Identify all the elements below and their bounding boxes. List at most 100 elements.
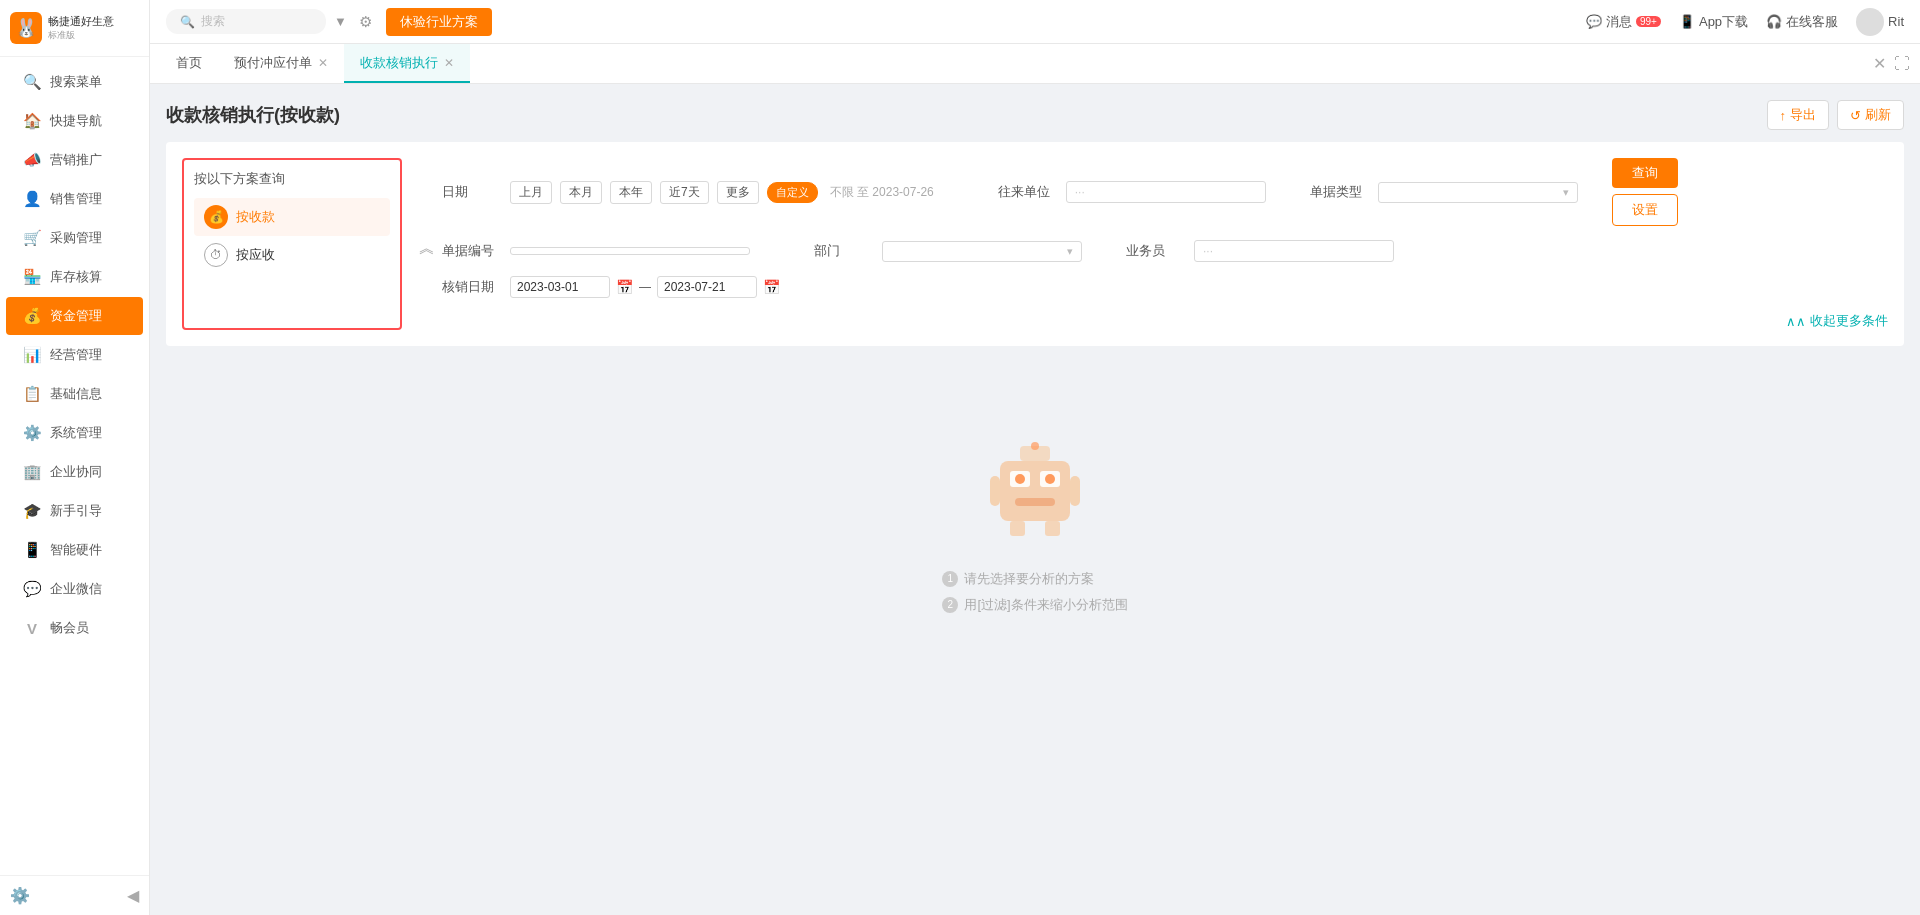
sidebar-label-search: 搜索菜单	[50, 73, 102, 91]
sidebar-item-enterprise[interactable]: 🏢 企业协同	[6, 453, 143, 491]
tab-receipt-close[interactable]: ✕	[444, 56, 454, 70]
sidebar-label-system: 系统管理	[50, 424, 102, 442]
home-icon: 🏠	[22, 112, 42, 130]
sidebar-item-inventory[interactable]: 🏪 库存核算	[6, 258, 143, 296]
sidebar-label-wechat: 企业微信	[50, 580, 102, 598]
search-placeholder: 搜索	[201, 13, 225, 30]
date-btn-this-year[interactable]: 本年	[610, 181, 652, 204]
empty-state: 1 请先选择要分析的方案 2 用[过滤]条件来缩小分析范围	[166, 346, 1904, 698]
date-btn-this-month[interactable]: 本月	[560, 181, 602, 204]
docno-input[interactable]	[510, 247, 750, 255]
query-button[interactable]: 查询	[1612, 158, 1678, 188]
tab-prepay-close[interactable]: ✕	[318, 56, 328, 70]
date-field: 日期 上月 本月 本年 近7天 更多 自定义 不限 至 2023-07-26	[442, 181, 934, 204]
online-service-label: 在线客服	[1786, 13, 1838, 31]
expand-icon[interactable]: ▼	[334, 14, 347, 29]
date-label: 日期	[442, 183, 502, 201]
collapse-sidebar-icon[interactable]: ◀	[127, 886, 139, 905]
industry-btn[interactable]: 休验行业方案	[386, 8, 492, 36]
tab-receipt[interactable]: 收款核销执行 ✕	[344, 44, 470, 83]
tab-close-icon[interactable]: ✕	[1873, 54, 1886, 73]
topbar-search[interactable]: 🔍 搜索	[166, 9, 326, 34]
gear-icon[interactable]: ⚙	[359, 13, 372, 31]
doctype-label: 单据类型	[1310, 183, 1370, 201]
calendar-start-icon[interactable]: 📅	[616, 279, 633, 295]
doctype-field: 单据类型 ▾	[1310, 182, 1578, 203]
tab-prepay[interactable]: 预付冲应付单 ✕	[218, 44, 344, 83]
party-input[interactable]: ···	[1066, 181, 1266, 203]
settings-button[interactable]: 设置	[1612, 194, 1678, 226]
filter-option-receivable[interactable]: ⏱ 按应收	[194, 236, 390, 274]
sidebar-label-sales: 销售管理	[50, 190, 102, 208]
tab-prepay-label: 预付冲应付单	[234, 54, 312, 72]
message-badge: 99+	[1636, 16, 1661, 27]
tab-bar: 首页 预付冲应付单 ✕ 收款核销执行 ✕ ✕ ⛶	[150, 44, 1920, 84]
page-actions: ↑ 导出 ↺ 刷新	[1767, 100, 1905, 130]
marketing-icon: 📣	[22, 151, 42, 169]
sidebar-label-quicknav: 快捷导航	[50, 112, 102, 130]
sidebar-item-sales[interactable]: 👤 销售管理	[6, 180, 143, 218]
sidebar-item-finance[interactable]: 💰 资金管理	[6, 297, 143, 335]
sidebar-item-system[interactable]: ⚙️ 系统管理	[6, 414, 143, 452]
message-icon: 💬	[1586, 14, 1602, 29]
hardware-icon: 📱	[22, 541, 42, 559]
sidebar-label-business: 经营管理	[50, 346, 102, 364]
sidebar-label-basic: 基础信息	[50, 385, 102, 403]
empty-tips: 1 请先选择要分析的方案 2 用[过滤]条件来缩小分析范围	[942, 566, 1127, 618]
online-service-item[interactable]: 🎧 在线客服	[1766, 13, 1838, 31]
receivable-option-icon: ⏱	[204, 243, 228, 267]
dept-select[interactable]: ▾	[882, 241, 1082, 262]
svg-rect-9	[1045, 521, 1060, 536]
date-btn-7days[interactable]: 近7天	[660, 181, 709, 204]
user-info[interactable]: Rit	[1856, 8, 1904, 36]
main-area: 🔍 搜索 ▼ ⚙ 休验行业方案 💬 消息 99+ 📱 App下载 🎧 在线客服 …	[150, 0, 1920, 915]
employee-input[interactable]: ···	[1194, 240, 1394, 262]
sidebar-item-marketing[interactable]: 📣 营销推广	[6, 141, 143, 179]
settings-footer-icon[interactable]: ⚙️	[10, 886, 30, 905]
service-icon: 🎧	[1766, 14, 1782, 29]
filter-row-1: 日期 上月 本月 本年 近7天 更多 自定义 不限 至 2023-07-26 往…	[442, 158, 1888, 226]
app-download-item[interactable]: 📱 App下载	[1679, 13, 1748, 31]
collapse-more-button[interactable]: ∧∧ 收起更多条件	[1786, 312, 1888, 330]
tab-expand-icon[interactable]: ⛶	[1894, 55, 1910, 73]
date-btn-more[interactable]: 更多	[717, 181, 759, 204]
refresh-button[interactable]: ↺ 刷新	[1837, 100, 1904, 130]
receipt-option-label: 按收款	[236, 208, 275, 226]
svg-rect-7	[1070, 476, 1080, 506]
date-btn-last-month[interactable]: 上月	[510, 181, 552, 204]
user-name: Rit	[1888, 14, 1904, 29]
tab-bar-actions: ✕ ⛶	[1873, 44, 1920, 83]
message-item[interactable]: 💬 消息 99+	[1586, 13, 1661, 31]
svg-point-3	[1015, 474, 1025, 484]
tab-home[interactable]: 首页	[160, 44, 218, 83]
filter-row-2: 单据编号 部门 ▾ 业务员 ···	[442, 240, 1888, 262]
sidebar-item-wechat[interactable]: 💬 企业微信	[6, 570, 143, 608]
page-header: 收款核销执行(按收款) ↑ 导出 ↺ 刷新	[166, 100, 1904, 130]
verify-date-start[interactable]	[510, 276, 610, 298]
date-buttons: 上月 本月 本年 近7天 更多 自定义	[510, 181, 818, 204]
calendar-end-icon[interactable]: 📅	[763, 279, 780, 295]
verify-date-end[interactable]	[657, 276, 757, 298]
svg-rect-5	[1015, 498, 1055, 506]
export-icon: ↑	[1780, 108, 1787, 123]
sidebar-item-purchase[interactable]: 🛒 采购管理	[6, 219, 143, 257]
sidebar-item-guide[interactable]: 🎓 新手引导	[6, 492, 143, 530]
date-btn-custom[interactable]: 自定义	[767, 182, 818, 203]
doctype-select[interactable]: ▾	[1378, 182, 1578, 203]
dept-field: 部门 ▾	[814, 241, 1082, 262]
sidebar-item-business[interactable]: 📊 经营管理	[6, 336, 143, 374]
sidebar-item-hardware[interactable]: 📱 智能硬件	[6, 531, 143, 569]
topbar: 🔍 搜索 ▼ ⚙ 休验行业方案 💬 消息 99+ 📱 App下载 🎧 在线客服 …	[150, 0, 1920, 44]
chevron-down-icon: ▾	[1563, 186, 1569, 199]
search-icon: 🔍	[22, 73, 42, 91]
sidebar-item-quicknav[interactable]: 🏠 快捷导航	[6, 102, 143, 140]
filter-option-receipt[interactable]: 💰 按收款	[194, 198, 390, 236]
filter-collapse-side[interactable]: 《	[418, 158, 434, 330]
export-button[interactable]: ↑ 导出	[1767, 100, 1830, 130]
sidebar-item-basic[interactable]: 📋 基础信息	[6, 375, 143, 413]
topbar-right: 💬 消息 99+ 📱 App下载 🎧 在线客服 Rit	[1586, 8, 1904, 36]
empty-tip-1: 1 请先选择要分析的方案	[942, 566, 1127, 592]
sidebar-item-member[interactable]: V 畅会员	[6, 609, 143, 647]
sidebar-item-search[interactable]: 🔍 搜索菜单	[6, 63, 143, 101]
finance-icon: 💰	[22, 307, 42, 325]
